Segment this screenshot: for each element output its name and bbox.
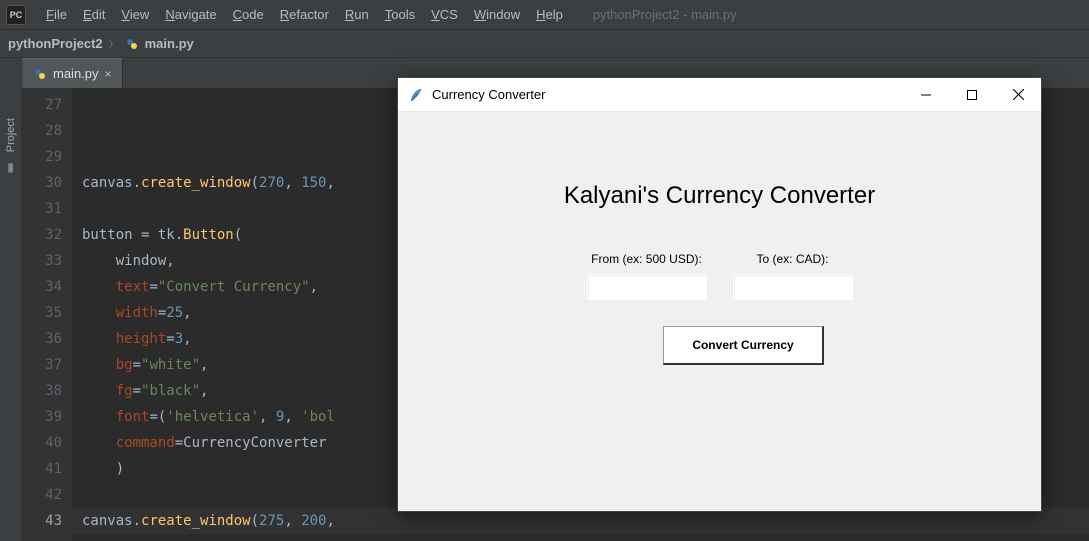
app-icon: PC [6, 5, 26, 25]
tab-label: main.py [53, 66, 99, 81]
editor-tab[interactable]: main.py × [22, 58, 123, 88]
breadcrumb: pythonProject2 〉 main.py [0, 30, 1089, 58]
tool-window-bar: Project ▮ [0, 88, 22, 541]
maximize-button[interactable] [949, 78, 995, 112]
menu-vcs[interactable]: VCS [423, 3, 466, 26]
code-line[interactable]: text="Convert Currency", [82, 274, 1079, 300]
tk-feather-icon [408, 87, 424, 103]
code-line[interactable] [82, 482, 1079, 508]
python-file-icon [33, 67, 47, 81]
code-line[interactable]: font=('helvetica', 9, 'bol [82, 404, 1079, 430]
breadcrumb-project[interactable]: pythonProject2 [8, 36, 103, 51]
menu-run[interactable]: Run [337, 3, 377, 26]
code-line[interactable]: command=CurrencyConverter [82, 430, 1079, 456]
code-line[interactable]: canvas.create_window(275, 200, [82, 508, 1079, 534]
line-gutter: 2728293031323334353637383940414243 [22, 88, 72, 541]
menu-bar: PC FileEditViewNavigateCodeRefactorRunTo… [0, 0, 1089, 30]
code-line[interactable]: fg="black", [82, 378, 1079, 404]
dialog-title-bar[interactable]: Currency Converter [398, 78, 1041, 112]
project-tool-button[interactable]: Project [5, 118, 17, 152]
menu-window[interactable]: Window [466, 3, 528, 26]
menu-view[interactable]: View [113, 3, 157, 26]
menu-edit[interactable]: Edit [75, 3, 113, 26]
code-line[interactable] [82, 196, 1079, 222]
code-line[interactable]: width=25, [82, 300, 1079, 326]
code-line[interactable]: window, [82, 248, 1079, 274]
menu-refactor[interactable]: Refactor [272, 3, 337, 26]
window-title: pythonProject2 - main.py [593, 7, 737, 22]
menu-help[interactable]: Help [528, 3, 571, 26]
code-line[interactable]: ) [82, 456, 1079, 482]
menu-code[interactable]: Code [225, 3, 272, 26]
folder-icon: ▮ [7, 160, 14, 174]
close-icon[interactable]: × [105, 67, 112, 81]
code-line[interactable] [82, 534, 1079, 541]
menu-navigate[interactable]: Navigate [157, 3, 224, 26]
dialog-title: Currency Converter [432, 87, 903, 102]
menu-file[interactable]: File [38, 3, 75, 26]
code-line[interactable]: bg="white", [82, 352, 1079, 378]
menu-tools[interactable]: Tools [377, 3, 423, 26]
code-line[interactable]: canvas.create_window(270, 150, [82, 170, 1079, 196]
breadcrumb-file[interactable]: main.py [145, 36, 194, 51]
close-button[interactable] [995, 78, 1041, 112]
minimize-button[interactable] [903, 78, 949, 112]
code-line[interactable]: button = tk.Button( [82, 222, 1079, 248]
python-file-icon [125, 37, 139, 51]
code-line[interactable]: height=3, [82, 326, 1079, 352]
chevron-right-icon: 〉 [109, 36, 119, 51]
